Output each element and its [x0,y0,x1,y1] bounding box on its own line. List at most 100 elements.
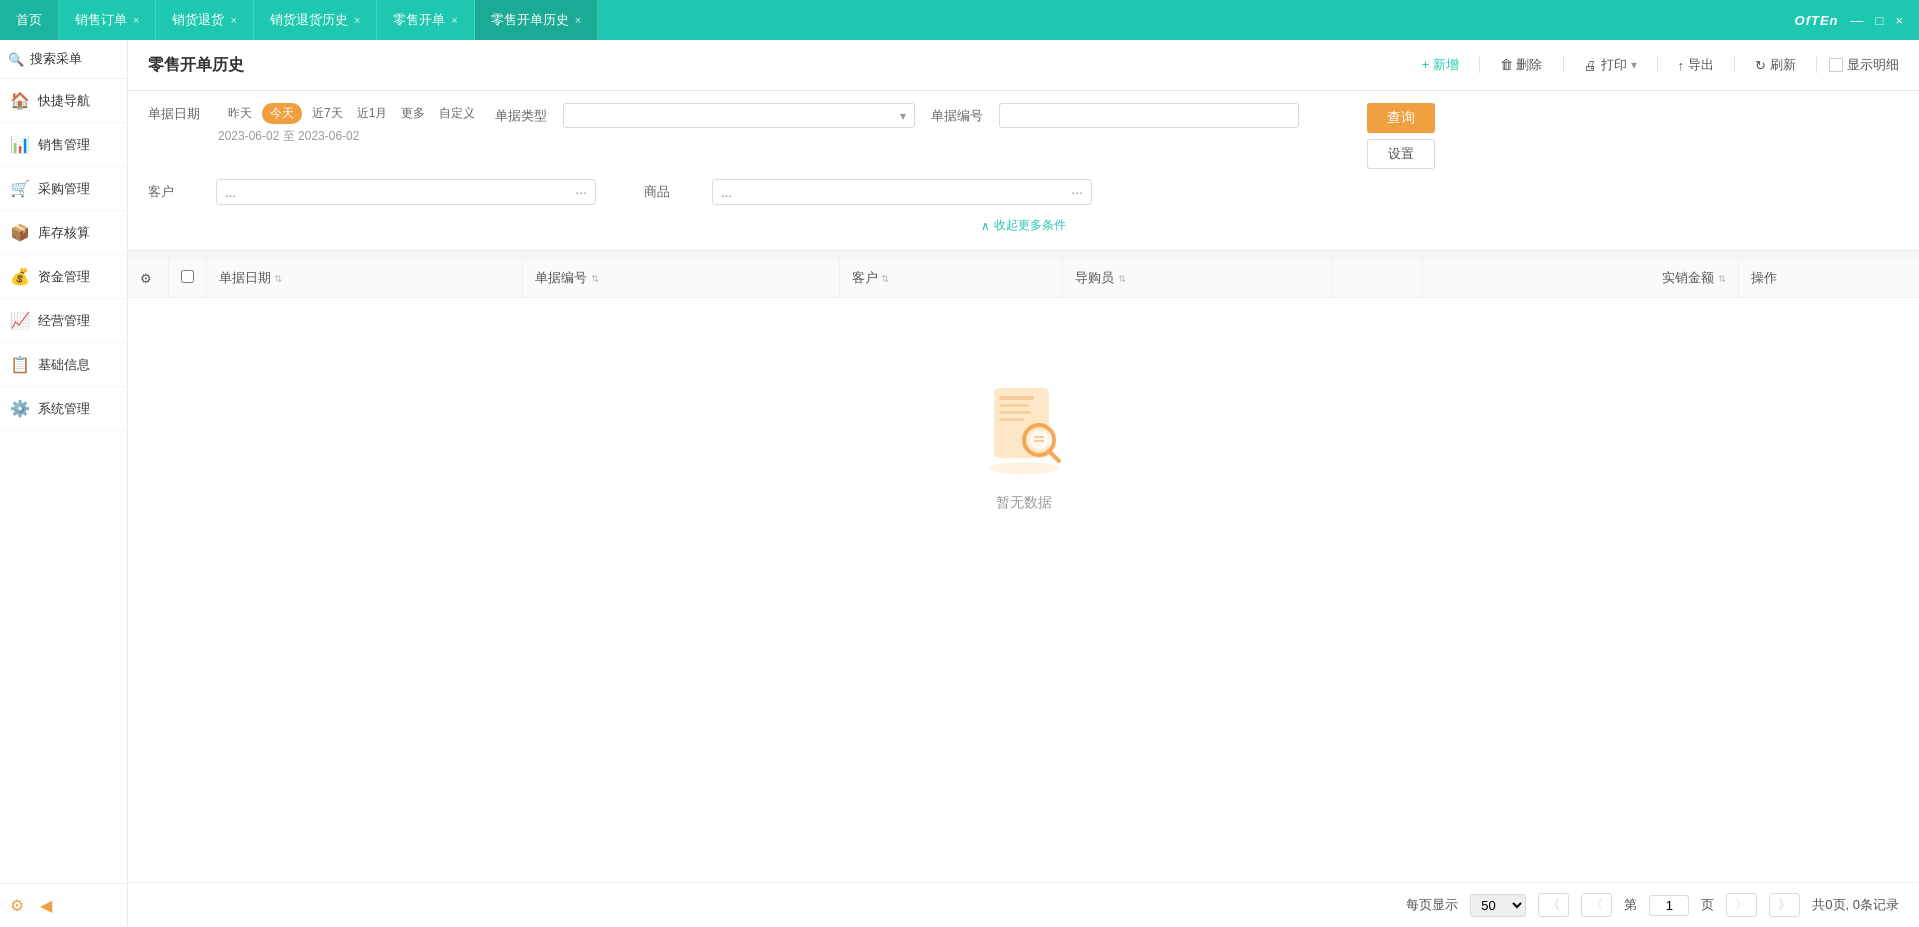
sidebar-item-quick-nav[interactable]: 🏠 快捷导航 [0,79,127,123]
next-page-btn[interactable]: 〉 [1726,893,1757,917]
tab-retail-history[interactable]: 零售开单历史 × [475,0,598,40]
total-info: 共0页, 0条记录 [1812,896,1899,914]
tab-home[interactable]: 首页 [0,0,59,40]
add-button[interactable]: + 新增 [1414,52,1467,78]
system-icon: ⚙️ [10,399,30,418]
display-detail-checkbox[interactable] [1829,58,1843,72]
date-today[interactable]: 今天 [262,103,302,124]
page-number-input[interactable] [1649,895,1689,916]
export-button[interactable]: ↑ ↑ 导出 导出 [1670,52,1723,78]
tab-retail-open-label: 零售开单 [393,11,445,29]
sidebar-item-operations-label: 经营管理 [38,312,90,330]
customer-filter-dots[interactable]: ··· [575,184,587,200]
basic-info-icon: 📋 [10,355,30,374]
th-number[interactable]: 单据编号 ⇅ [523,259,840,298]
product-filter-dots[interactable]: ··· [1071,184,1083,200]
sidebar-item-purchase[interactable]: 🛒 采购管理 [0,167,127,211]
data-table: ⚙ 单据日期 ⇅ 单据编号 ⇅ [128,259,1919,298]
tab-retail-history-close[interactable]: × [575,14,581,26]
collapse-filters-btn[interactable]: ∧ 收起更多条件 [148,213,1899,238]
delete-button[interactable]: 🗑 删除 [1492,52,1551,78]
date-1month[interactable]: 近1月 [353,103,392,124]
svg-rect-2 [999,396,1034,400]
select-all-checkbox[interactable] [181,270,194,283]
svg-point-0 [989,462,1059,474]
number-filter-input[interactable] [999,103,1299,128]
quick-nav-icon: 🏠 [10,91,30,110]
page-size-select[interactable]: 20 50 100 [1470,894,1526,917]
date-yesterday[interactable]: 昨天 [224,103,256,124]
date-more[interactable]: 更多 [397,103,429,124]
tab-sales-return-close[interactable]: × [230,14,236,26]
page-title: 零售开单历史 [148,55,244,76]
tab-sales-return[interactable]: 销货退货 × [156,0,253,40]
divider-1 [1479,57,1480,73]
th-select-all[interactable] [168,259,206,298]
th-amount[interactable]: 实销金额 ⇅ [1422,259,1739,298]
sidebar-item-system[interactable]: ⚙️ 系统管理 [0,387,127,431]
sidebar-item-finance[interactable]: 💰 资金管理 [0,255,127,299]
th-date[interactable]: 单据日期 ⇅ [206,259,523,298]
divider-3 [1657,57,1658,73]
customer-filter-input[interactable] [225,185,575,200]
collapse-icon: ∧ [981,219,990,233]
th-guide[interactable]: 导购员 ⇅ [1063,259,1333,298]
first-page-btn[interactable]: 《 [1538,893,1569,917]
th-amount-sort-icon[interactable]: ⇅ [1718,273,1726,284]
prev-page-btn[interactable]: 〈 [1581,893,1612,917]
tab-sales-return-history-close[interactable]: × [354,14,360,26]
refresh-button[interactable]: ↻ 刷新 [1747,52,1804,78]
maximize-btn[interactable]: □ [1876,13,1884,28]
sidebar-item-finance-label: 资金管理 [38,268,90,286]
export-icon: ↑ [1678,58,1685,73]
table-area: ⚙ 单据日期 ⇅ 单据编号 ⇅ [128,259,1919,882]
date-filter-label: 单据日期 [148,105,208,123]
sidebar-item-operations[interactable]: 📈 经营管理 [0,299,127,343]
tab-sales-return-history-label: 销货退货历史 [270,11,348,29]
th-guide-sort-icon[interactable]: ⇅ [1118,273,1126,284]
sidebar-item-inventory[interactable]: 📦 库存核算 [0,211,127,255]
finance-icon: 💰 [10,267,30,286]
th-guide-label: 导购员 [1075,270,1114,285]
minimize-btn[interactable]: — [1851,13,1864,28]
print-button[interactable]: 🖨 🖨 打印 打印 ▾ [1576,52,1645,78]
sidebar-item-sales-label: 销售管理 [38,136,90,154]
sidebar-item-sales[interactable]: 📊 销售管理 [0,123,127,167]
tab-sales-order-close[interactable]: × [133,14,139,26]
th-date-sort-icon[interactable]: ⇅ [274,273,282,284]
svg-rect-3 [999,404,1029,407]
sidebar-search[interactable]: 🔍 搜索采单 [0,40,127,79]
tab-home-label: 首页 [16,11,42,29]
query-button[interactable]: 查询 [1367,103,1435,133]
th-number-sort-icon[interactable]: ⇅ [591,273,599,284]
settings-gear-icon[interactable]: ⚙ [10,896,24,915]
product-filter-input[interactable] [721,185,1071,200]
page-actions: + 新增 🗑 删除 🖨 🖨 打印 打印 ▾ ↑ ↑ 导出 导出 [1414,52,1899,78]
page-unit: 页 [1701,896,1714,914]
type-dropdown-arrow[interactable]: ▾ [900,109,906,123]
print-dropdown-arrow[interactable]: ▾ [1631,58,1637,72]
date-custom[interactable]: 自定义 [435,103,479,124]
last-page-btn[interactable]: 》 [1769,893,1800,917]
inventory-icon: 📦 [10,223,30,242]
window-close-btn[interactable]: × [1895,13,1903,28]
display-detail-toggle[interactable]: 显示明细 [1829,56,1899,74]
brand-label: OfTEn [1795,13,1839,28]
type-filter-input[interactable] [572,108,900,123]
purchase-icon: 🛒 [10,179,30,198]
tab-retail-open[interactable]: 零售开单 × [377,0,474,40]
tab-retail-open-close[interactable]: × [451,14,457,26]
th-customer-sort-icon[interactable]: ⇅ [881,273,889,284]
th-customer[interactable]: 客户 ⇅ [839,259,1063,298]
sidebar-item-basic-info[interactable]: 📋 基础信息 [0,343,127,387]
th-empty [1333,259,1422,298]
setting-button[interactable]: 设置 [1367,139,1435,169]
tab-sales-order[interactable]: 销售订单 × [59,0,156,40]
date-7days[interactable]: 近7天 [308,103,347,124]
column-settings-icon[interactable]: ⚙ [140,271,152,286]
empty-state: 暂无数据 [128,298,1919,592]
collapse-sidebar-icon[interactable]: ◀ [40,896,52,915]
product-filter-label: 商品 [644,183,704,201]
th-customer-label: 客户 [852,270,878,285]
tab-sales-return-history[interactable]: 销货退货历史 × [254,0,377,40]
